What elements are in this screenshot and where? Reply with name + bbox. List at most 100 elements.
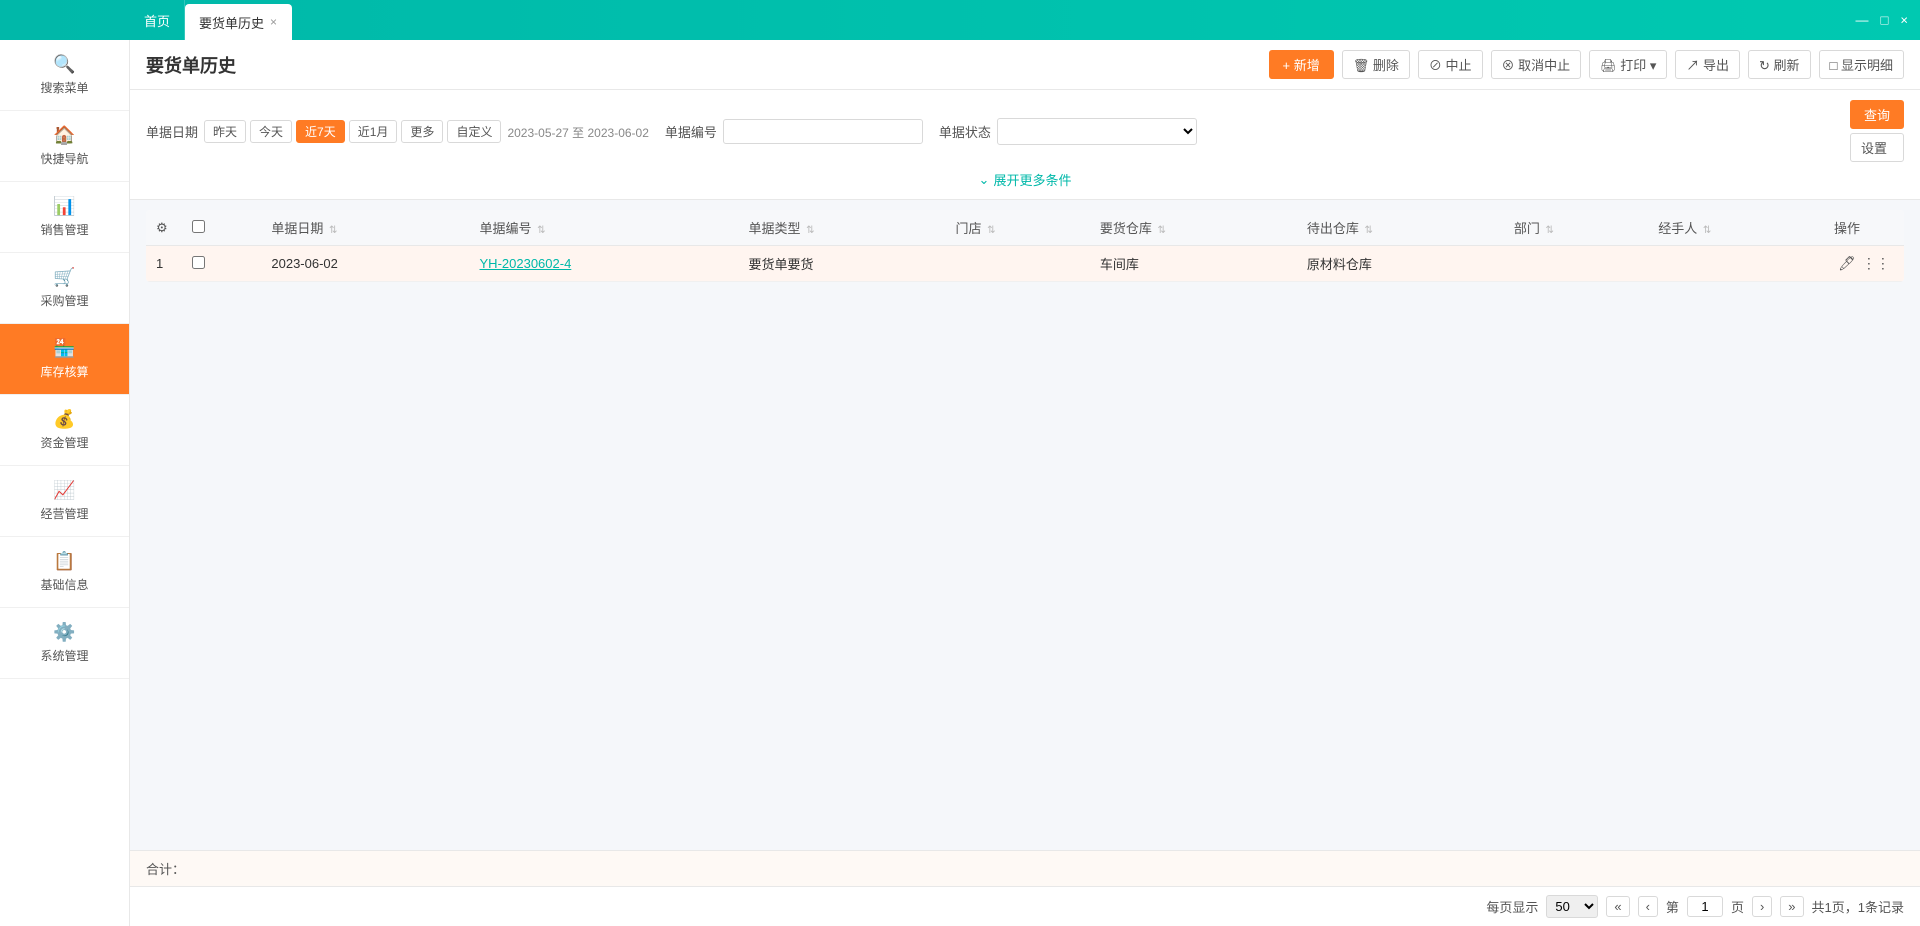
sidebar-item-inventory[interactable]: 🏪 库存核算 (0, 324, 129, 395)
cell-index: 1 (146, 246, 182, 282)
search-menu-icon: 🔍 (53, 54, 75, 75)
minimize-icon[interactable]: — (1856, 13, 1869, 28)
row-edit-icon[interactable]: 🖊 (1838, 255, 1856, 272)
date-btn-last1month[interactable]: 近1月 (349, 120, 398, 143)
sidebar-item-inventory-label: 库存核算 (40, 363, 88, 380)
col-store[interactable]: 门店 ⇅ (945, 210, 1089, 246)
sidebar-item-purchase-label: 采购管理 (40, 292, 88, 309)
doc-status-filter-group: 单据状态 (939, 118, 1197, 145)
top-bar: 首页 要货单历史 × — □ × (0, 0, 1920, 40)
refresh-button[interactable]: ↻ 刷新 (1748, 50, 1811, 79)
sidebar-item-basic-info[interactable]: 📋 基础信息 (0, 537, 129, 608)
page-size-select[interactable]: 20 50 100 (1546, 895, 1598, 918)
sales-icon: 📊 (53, 196, 75, 217)
show-detail-button[interactable]: □ 显示明细 (1819, 50, 1904, 79)
summary-label: 合计： (146, 862, 185, 877)
cell-doc-type: 要货单要货 (739, 246, 946, 282)
date-btn-yesterday[interactable]: 昨天 (204, 120, 246, 143)
sidebar-item-search-menu-label: 搜索菜单 (40, 79, 88, 96)
col-doc-date[interactable]: 单据日期 ⇅ (261, 210, 469, 246)
col-settings[interactable]: ⚙ (146, 210, 182, 246)
page-title: 要货单历史 (146, 52, 236, 78)
doc-number-input[interactable] (723, 119, 923, 144)
maximize-icon[interactable]: □ (1881, 13, 1889, 28)
col-doc-number[interactable]: 单据编号 ⇅ (470, 210, 739, 246)
cell-ops: 🖊 ⋮⋮ (1824, 246, 1904, 282)
sidebar: 🔍 搜索菜单 🏠 快捷导航 📊 销售管理 🛒 采购管理 🏪 库存核算 💰 资金管… (0, 40, 130, 926)
doc-number-label: 单据编号 (665, 122, 717, 141)
tab-history[interactable]: 要货单历史 × (185, 4, 292, 40)
inventory-icon: 🏪 (53, 338, 75, 359)
cell-dest-warehouse: 原材料仓库 (1297, 246, 1504, 282)
prev-page-button[interactable]: ‹ (1638, 896, 1658, 917)
row-more-icon[interactable]: ⋮⋮ (1862, 255, 1890, 272)
tab-home-label: 首页 (144, 11, 170, 30)
sidebar-item-sales[interactable]: 📊 销售管理 (0, 182, 129, 253)
close-icon[interactable]: × (1900, 13, 1908, 28)
select-all-checkbox[interactable] (192, 220, 205, 233)
sidebar-item-finance[interactable]: 💰 资金管理 (0, 395, 129, 466)
doc-status-label: 单据状态 (939, 122, 991, 141)
cell-req-warehouse: 车间库 (1090, 246, 1297, 282)
page-size-label: 每页显示 (1486, 897, 1538, 916)
query-button[interactable]: 查询 (1850, 100, 1904, 129)
doc-number-link[interactable]: YH-20230602-4 (480, 256, 572, 271)
add-button[interactable]: + 新增 (1269, 50, 1334, 79)
tab-history-label: 要货单历史 (199, 13, 264, 32)
print-button[interactable]: 🖨 打印 ▾ (1589, 50, 1667, 79)
basic-info-icon: 📋 (53, 551, 75, 572)
col-handler[interactable]: 经手人 ⇅ (1648, 210, 1824, 246)
cell-doc-number[interactable]: YH-20230602-4 (470, 246, 739, 282)
col-dept[interactable]: 部门 ⇅ (1504, 210, 1648, 246)
date-btn-more[interactable]: 更多 (401, 120, 443, 143)
cancel-stop-button[interactable]: ⊗ 取消中止 (1491, 50, 1582, 79)
page-label-post: 页 (1731, 897, 1744, 916)
date-filter-group: 单据日期 昨天 今天 近7天 近1月 更多 自定义 2023-05-27 至 2… (146, 120, 649, 143)
date-filter-label: 单据日期 (146, 122, 198, 141)
next-page-button[interactable]: › (1752, 896, 1772, 917)
delete-button[interactable]: 🗑 删除 (1342, 50, 1410, 79)
page-label-pre: 第 (1666, 897, 1679, 916)
expand-icon: ⌄ (979, 172, 990, 188)
table-row: 1 2023-06-02 YH-20230602-4 要货单要货 车间库 原材料… (146, 246, 1904, 282)
filter-bar: 单据日期 昨天 今天 近7天 近1月 更多 自定义 2023-05-27 至 2… (130, 90, 1920, 200)
sidebar-item-system[interactable]: ⚙️ 系统管理 (0, 608, 129, 679)
stop-button[interactable]: ⊘ 中止 (1418, 50, 1483, 79)
settings-button[interactable]: 设置 (1850, 133, 1904, 162)
system-icon: ⚙️ (53, 622, 75, 643)
sidebar-item-operations[interactable]: 📈 经营管理 (0, 466, 129, 537)
expand-label: 展开更多条件 (993, 170, 1071, 189)
col-doc-type[interactable]: 单据类型 ⇅ (739, 210, 946, 246)
export-button[interactable]: ↗ 导出 (1675, 50, 1740, 79)
tab-close-icon[interactable]: × (270, 15, 277, 29)
date-buttons: 昨天 今天 近7天 近1月 更多 自定义 (204, 120, 501, 143)
last-page-button[interactable]: » (1780, 896, 1803, 917)
main-content: 要货单历史 + 新增 🗑 删除 ⊘ 中止 ⊗ 取消中止 🖨 打印 ▾ ↗ 导出 … (130, 40, 1920, 926)
sidebar-item-purchase[interactable]: 🛒 采购管理 (0, 253, 129, 324)
first-page-button[interactable]: « (1606, 896, 1629, 917)
sidebar-item-search-menu[interactable]: 🔍 搜索菜单 (0, 40, 129, 111)
date-btn-custom[interactable]: 自定义 (447, 120, 501, 143)
cell-handler (1648, 246, 1824, 282)
quick-nav-icon: 🏠 (53, 125, 75, 146)
date-btn-today[interactable]: 今天 (250, 120, 292, 143)
sidebar-item-quick-nav[interactable]: 🏠 快捷导航 (0, 111, 129, 182)
tab-home[interactable]: 首页 (130, 0, 185, 40)
cell-doc-date: 2023-06-02 (261, 246, 469, 282)
expand-more[interactable]: ⌄ 展开更多条件 (146, 170, 1904, 189)
date-btn-last7days[interactable]: 近7天 (296, 120, 345, 143)
doc-status-select[interactable] (997, 118, 1197, 145)
row-checkbox[interactable] (192, 256, 205, 269)
col-dest-warehouse[interactable]: 待出仓库 ⇅ (1297, 210, 1504, 246)
sidebar-item-quick-nav-label: 快捷导航 (40, 150, 88, 167)
col-checkbox (182, 210, 261, 246)
sidebar-item-system-label: 系统管理 (40, 647, 88, 664)
col-ops: 操作 (1824, 210, 1904, 246)
page-number-input[interactable] (1687, 896, 1723, 917)
cell-store (945, 246, 1089, 282)
col-req-warehouse[interactable]: 要货仓库 ⇅ (1090, 210, 1297, 246)
total-info: 共1页，1条记录 (1812, 897, 1904, 916)
cell-checkbox (182, 246, 261, 282)
sidebar-item-operations-label: 经营管理 (40, 505, 88, 522)
operations-icon: 📈 (53, 480, 75, 501)
